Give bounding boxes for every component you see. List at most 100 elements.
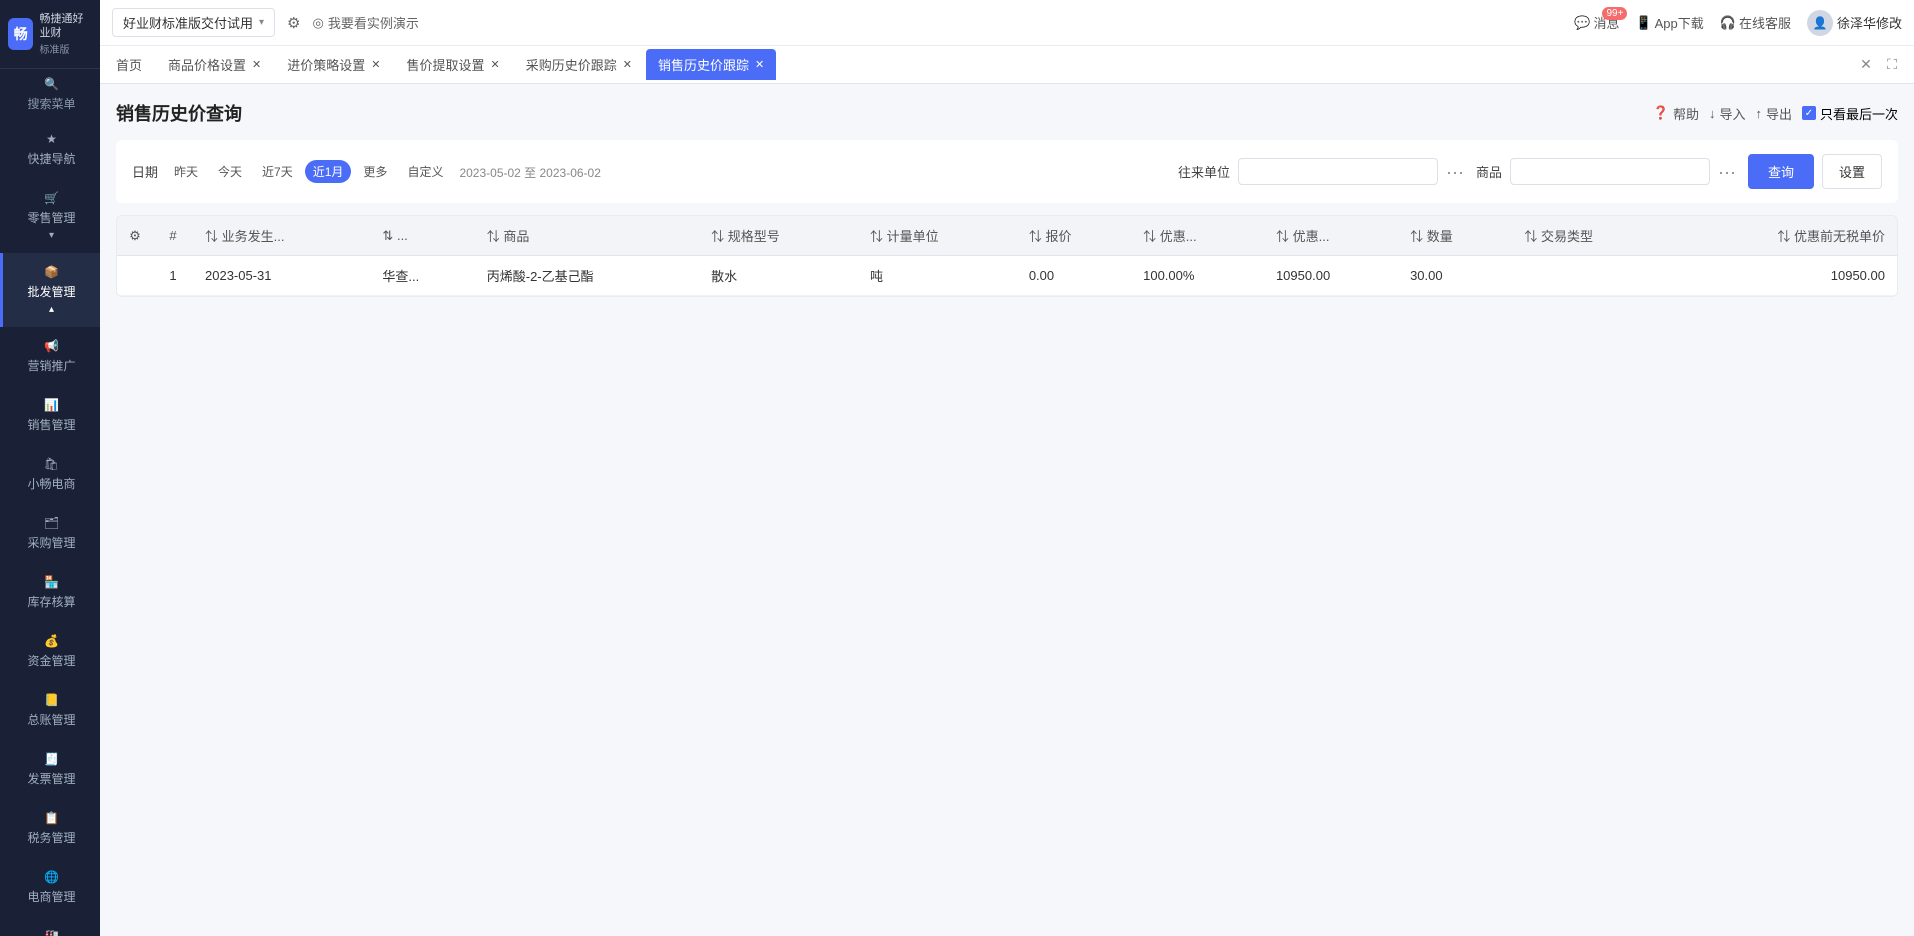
product-filter-label: 商品: [1476, 162, 1502, 181]
sales-icon: 📊: [44, 398, 59, 412]
col-header-discount1[interactable]: ⇅ 优惠...: [1131, 216, 1264, 256]
user-name: 徐泽华修改: [1837, 13, 1902, 32]
demo-button[interactable]: ◎ 我要看实例演示: [313, 13, 419, 32]
topbar: 好业财标准版交付试用 ▾ ⚙ ◎ 我要看实例演示 💬 消息 99+ 📱 App下…: [100, 0, 1914, 46]
cell-spec: 散水: [699, 256, 858, 296]
ecommerce-icon: 🌐: [44, 870, 59, 884]
col-header-discount2[interactable]: ⇅ 优惠...: [1264, 216, 1398, 256]
col-header-more[interactable]: ⇅ ...: [370, 216, 474, 256]
date-last1m-btn[interactable]: 近1月: [305, 160, 352, 183]
date-more-btn[interactable]: 更多: [355, 160, 395, 183]
sort-icon: ⇅: [1143, 229, 1156, 244]
tab-price-strategy[interactable]: 进价策略设置 ✕: [275, 49, 392, 80]
sidebar-item-quick-nav[interactable]: ★ 快捷导航: [0, 120, 100, 179]
cell-biz-date: 2023-05-31: [193, 256, 370, 296]
col-header-price[interactable]: ⇅ 报价: [1017, 216, 1131, 256]
sidebar-item-retail[interactable]: 🛒 零售管理 ▾: [0, 179, 100, 253]
sidebar-item-sales-mgmt[interactable]: 📊 销售管理: [0, 386, 100, 445]
export-button[interactable]: ↑ 导出: [1755, 104, 1792, 123]
col-header-unit[interactable]: ⇅ 计量单位: [858, 216, 1017, 256]
date-last7-btn[interactable]: 近7天: [254, 160, 301, 183]
col-label: 优惠...: [1160, 229, 1197, 244]
app-download-button[interactable]: 📱 App下载: [1635, 13, 1703, 32]
col-header-pretax-price[interactable]: ⇅ 优惠前无税单价: [1671, 216, 1897, 256]
col-header-gear[interactable]: ⚙: [117, 216, 153, 256]
cell-product: 丙烯酸-2-乙基己酯: [475, 256, 699, 296]
col-label: 交易类型: [1541, 229, 1593, 244]
page-title: 销售历史价查询: [116, 100, 242, 126]
tab-close-icon[interactable]: ✕: [371, 58, 380, 71]
query-button[interactable]: 查询: [1748, 154, 1814, 189]
col-header-quantity[interactable]: ⇅ 数量: [1398, 216, 1512, 256]
date-today-btn[interactable]: 今天: [210, 160, 250, 183]
sidebar-item-wholesale[interactable]: 📦 批发管理 ▴: [0, 253, 100, 327]
only-last-label: 只看最后一次: [1820, 104, 1898, 123]
sort-icon: ⇅: [382, 228, 393, 243]
date-filter-row: 日期 昨天 今天 近7天 近1月 更多 自定义 2023-05-02 至 202…: [132, 160, 601, 183]
data-table: ⚙ # ⇅ 业务发生... ⇅ ...: [116, 215, 1898, 297]
col-header-spec[interactable]: ⇅ 规格型号: [699, 216, 858, 256]
col-header-product[interactable]: ⇅ 商品: [475, 216, 699, 256]
sidebar-item-tax[interactable]: 📋 税务管理: [0, 799, 100, 858]
checkmark-icon: ✓: [1805, 108, 1813, 119]
quick-nav-icon: ★: [46, 132, 57, 146]
sidebar-item-marketing[interactable]: 📢 营销推广: [0, 327, 100, 386]
sidebar-item-assets[interactable]: 🏭 固定资产: [0, 917, 100, 936]
avatar: 👤: [1807, 10, 1833, 36]
tab-purchase-history[interactable]: 采购历史价跟踪 ✕: [514, 49, 644, 80]
sidebar-item-ecommerce-small[interactable]: 🛍 小畅电商: [0, 445, 100, 504]
tab-close-icon[interactable]: ✕: [491, 58, 500, 71]
source-unit-more-icon[interactable]: ···: [1446, 163, 1464, 181]
window-collapse-button[interactable]: ✕: [1856, 55, 1876, 75]
topbar-gear-button[interactable]: ⚙: [287, 14, 300, 32]
help-button[interactable]: ❓ 帮助: [1653, 104, 1699, 123]
col-label: 业务发生...: [222, 229, 285, 244]
col-header-biz-date[interactable]: ⇅ 业务发生...: [193, 216, 370, 256]
col-label: 报价: [1045, 229, 1071, 244]
only-last-checkbox[interactable]: ✓ 只看最后一次: [1802, 104, 1898, 123]
sidebar-item-purchase[interactable]: 🗂 采购管理: [0, 504, 100, 563]
sidebar-item-finance[interactable]: 💰 资金管理: [0, 622, 100, 681]
ecommerce-small-icon: 🛍: [44, 457, 59, 471]
sidebar-item-search[interactable]: 🔍 搜索菜单: [0, 69, 100, 120]
sidebar-item-ecommerce[interactable]: 🌐 电商管理: [0, 858, 100, 917]
sidebar-item-label: 快捷导航: [27, 150, 75, 167]
sidebar-item-invoice[interactable]: 🧾 发票管理: [0, 740, 100, 799]
product-more-icon[interactable]: ···: [1718, 163, 1736, 181]
user-menu-button[interactable]: 👤 徐泽华修改: [1807, 10, 1902, 36]
checkbox-checked-icon: ✓: [1802, 106, 1816, 120]
col-header-trade-type[interactable]: ⇅ 交易类型: [1512, 216, 1671, 256]
sidebar-item-label: 税务管理: [27, 829, 75, 846]
tab-close-icon[interactable]: ✕: [252, 58, 261, 71]
sidebar-item-ledger[interactable]: 📒 总账管理: [0, 681, 100, 740]
date-custom-btn[interactable]: 自定义: [399, 160, 451, 183]
product-select-dropdown[interactable]: 好业财标准版交付试用 ▾: [112, 8, 275, 37]
tab-sale-history[interactable]: 销售历史价跟踪 ✕: [646, 49, 776, 80]
avatar-icon: 👤: [1813, 16, 1828, 30]
tab-home[interactable]: 首页: [104, 49, 154, 80]
window-expand-button[interactable]: ⛶: [1882, 55, 1902, 75]
sidebar-item-inventory[interactable]: 🏪 库存核算: [0, 563, 100, 622]
date-filter-label: 日期: [132, 162, 158, 181]
col-label: ...: [397, 228, 408, 243]
tab-label: 首页: [116, 55, 142, 74]
gear-icon: ⚙: [287, 15, 300, 32]
search-icon: 🔍: [44, 77, 59, 91]
import-button[interactable]: ↓ 导入: [1709, 104, 1746, 123]
product-input[interactable]: [1510, 158, 1710, 185]
chevron-down-icon: ▾: [259, 17, 264, 28]
tab-close-icon[interactable]: ✕: [623, 58, 632, 71]
source-unit-input[interactable]: [1238, 158, 1438, 185]
tab-sale-price-extract[interactable]: 售价提取设置 ✕: [394, 49, 511, 80]
sort-icon: ⇅: [1777, 229, 1790, 244]
date-yesterday-btn[interactable]: 昨天: [166, 160, 206, 183]
message-button[interactable]: 💬 消息 99+: [1574, 13, 1619, 32]
tab-product-price[interactable]: 商品价格设置 ✕: [156, 49, 273, 80]
tab-close-icon[interactable]: ✕: [755, 58, 764, 71]
online-service-button[interactable]: 🎧 在线客服: [1720, 13, 1791, 32]
retail-icon: 🛒: [44, 191, 59, 205]
settings-button[interactable]: 设置: [1822, 154, 1882, 189]
cell-quantity: 30.00: [1398, 256, 1512, 296]
product-select-label: 好业财标准版交付试用: [123, 13, 253, 32]
source-unit-filter-row: 往来单位 ···: [1178, 158, 1464, 185]
